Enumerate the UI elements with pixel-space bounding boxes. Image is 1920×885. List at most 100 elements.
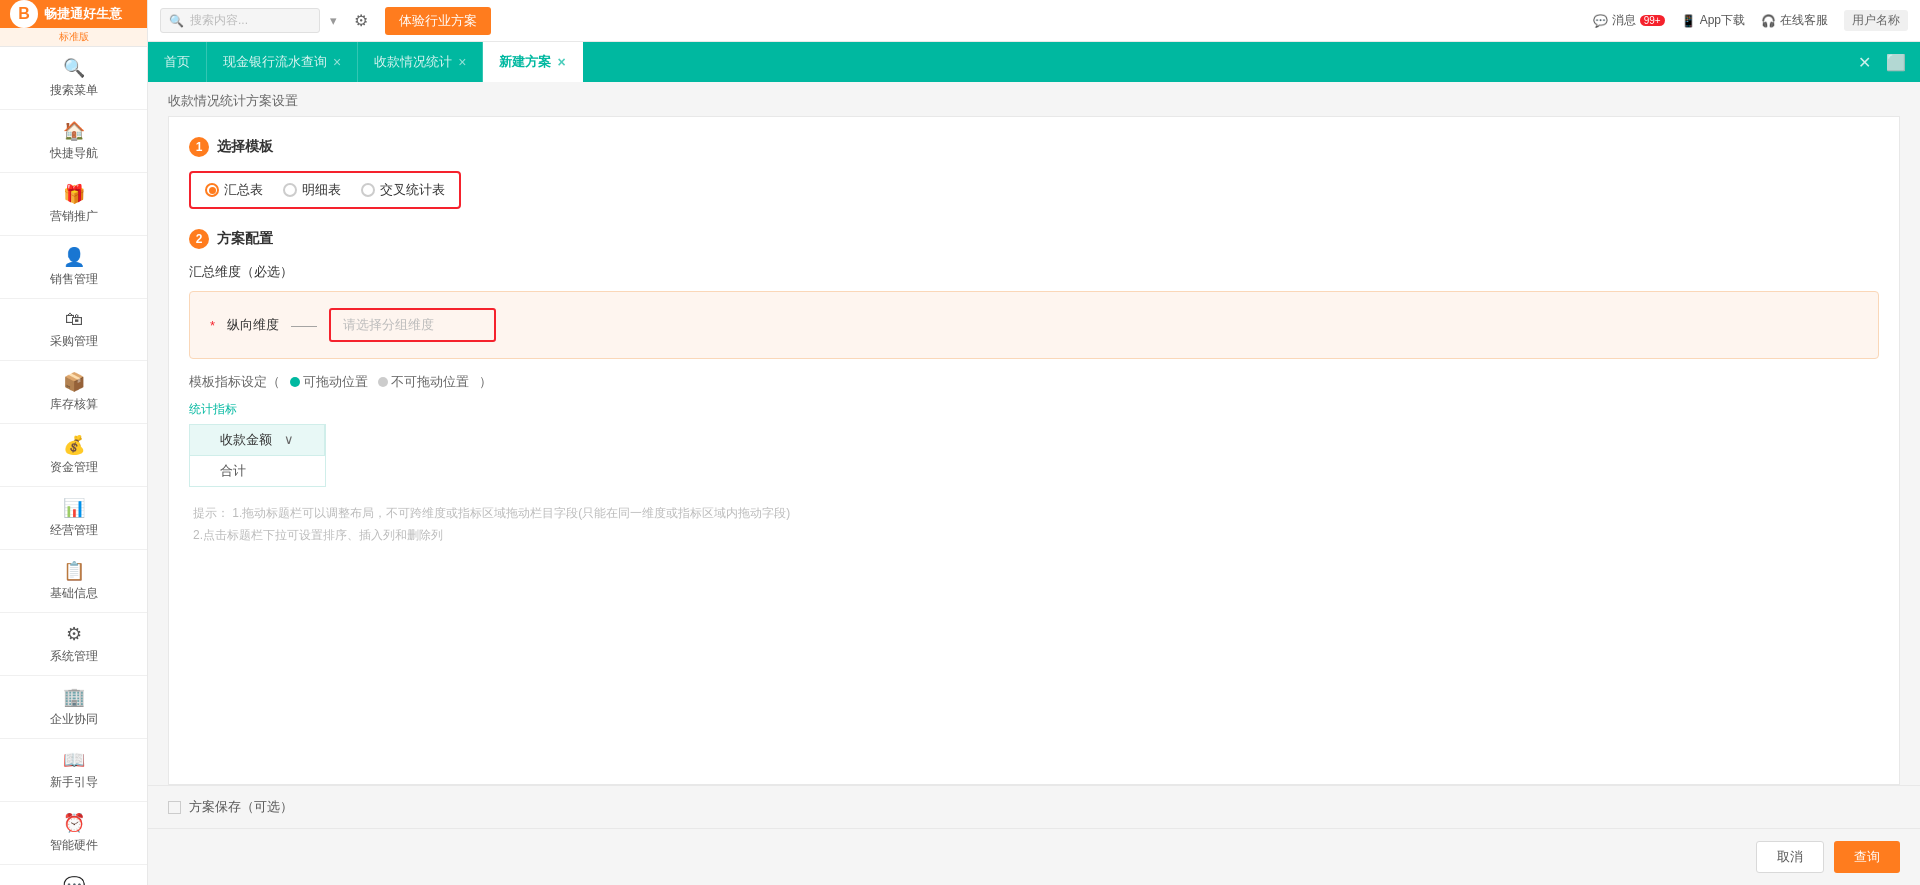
sidebar-item-corp-wechat[interactable]: 💬 企业微信 — [0, 865, 147, 885]
sidebar-edition: 标准版 — [0, 28, 147, 47]
radio-detail[interactable] — [283, 183, 297, 197]
sidebar-item-smart-hw[interactable]: ⏰ 智能硬件 — [0, 802, 147, 865]
topbar-dropdown-icon[interactable]: ▾ — [330, 13, 337, 28]
sidebar-item-label: 快捷导航 — [50, 145, 98, 162]
tab-receipt-stats[interactable]: 收款情况统计 × — [358, 42, 483, 82]
sidebar-item-newbie[interactable]: 📖 新手引导 — [0, 739, 147, 802]
sidebar-item-label: 采购管理 — [50, 333, 98, 350]
option-detail[interactable]: 明细表 — [283, 181, 341, 199]
save-checkbox[interactable] — [168, 801, 181, 814]
support-label: 在线客服 — [1780, 12, 1828, 29]
draggable-badge: 可拖动位置 — [290, 373, 368, 391]
notification-item[interactable]: 💬 消息 99+ — [1593, 12, 1665, 29]
cancel-button[interactable]: 取消 — [1756, 841, 1824, 873]
save-section: 方案保存（可选） — [148, 785, 1920, 828]
support-icon: 🎧 — [1761, 14, 1776, 28]
header-cell-text: 收款金额 — [220, 432, 272, 447]
support-item[interactable]: 🎧 在线客服 — [1761, 12, 1828, 29]
sidebar-item-label: 资金管理 — [50, 459, 98, 476]
username[interactable]: 用户名称 — [1844, 10, 1908, 31]
sidebar-item-corp-collab[interactable]: 🏢 企业协同 — [0, 676, 147, 739]
tab-home-label: 首页 — [164, 53, 190, 71]
non-draggable-badge: 不可拖动位置 — [378, 373, 469, 391]
dimension-row: * 纵向维度 —— 请选择分组维度 — [210, 308, 1858, 342]
option-detail-label: 明细表 — [302, 181, 341, 199]
maximize-btn[interactable]: ⬜ — [1884, 50, 1908, 74]
sidebar-item-label: 经营管理 — [50, 522, 98, 539]
search-icon: 🔍 — [169, 14, 184, 28]
tab-new-plan[interactable]: 新建方案 × — [483, 42, 582, 82]
tab-home[interactable]: 首页 — [148, 42, 207, 82]
stats-body-row: 合计 — [190, 456, 325, 486]
tab-bank-flow-close[interactable]: × — [333, 54, 341, 70]
logo-text: 畅捷通好生意 — [44, 6, 122, 22]
footer-buttons: 取消 查询 — [148, 828, 1920, 885]
sidebar-logo: B 畅捷通好生意 — [0, 0, 147, 28]
corp-wechat-icon: 💬 — [63, 875, 85, 885]
tabbar: 首页 现金银行流水查询 × 收款情况统计 × 新建方案 × ✕ ⬜ — [148, 42, 1920, 82]
main-area: 🔍 搜索内容... ▾ ⚙ 体验行业方案 💬 消息 99+ 📱 App下载 🎧 … — [148, 0, 1920, 885]
tips-section: 提示： 1.拖动标题栏可以调整布局，不可跨维度或指标区域拖动栏目字段(只能在同一… — [189, 503, 1879, 546]
search-placeholder: 搜索内容... — [190, 12, 248, 29]
sidebar-item-sales[interactable]: 👤 销售管理 — [0, 236, 147, 299]
sidebar-item-label: 企业协同 — [50, 711, 98, 728]
required-marker: * — [210, 318, 215, 333]
header-chevron[interactable]: ∨ — [284, 432, 294, 447]
radio-cross[interactable] — [361, 183, 375, 197]
query-button[interactable]: 查询 — [1834, 841, 1900, 873]
sidebar-item-inventory[interactable]: 📦 库存核算 — [0, 361, 147, 424]
close-window-btn[interactable]: ✕ — [1852, 50, 1876, 74]
operations-icon: 📊 — [63, 497, 85, 519]
dimension-row-label: 纵向维度 — [227, 316, 279, 334]
step1-badge: 1 — [189, 137, 209, 157]
option-summary-label: 汇总表 — [224, 181, 263, 199]
sidebar-item-operations[interactable]: 📊 经营管理 — [0, 487, 147, 550]
industry-btn[interactable]: 体验行业方案 — [385, 7, 491, 35]
content-body: 1 选择模板 汇总表 明细表 交叉统计表 — [168, 116, 1900, 785]
sidebar-item-purchase[interactable]: 🛍 采购管理 — [0, 299, 147, 361]
radio-summary[interactable] — [205, 183, 219, 197]
tab-new-plan-close[interactable]: × — [557, 54, 565, 70]
template-options: 汇总表 明细表 交叉统计表 — [189, 171, 461, 209]
sidebar: B 畅捷通好生意 标准版 🔍 搜索菜单 🏠 快捷导航 🎁 营销推广 👤 销售管理… — [0, 0, 148, 885]
download-icon: 📱 — [1681, 14, 1696, 28]
option-summary[interactable]: 汇总表 — [205, 181, 263, 199]
indicators-config-prefix: 模板指标设定（ — [189, 373, 280, 391]
sidebar-item-quick-nav[interactable]: 🏠 快捷导航 — [0, 110, 147, 173]
option-cross[interactable]: 交叉统计表 — [361, 181, 445, 199]
breadcrumb: 收款情况统计方案设置 — [148, 82, 1920, 116]
sidebar-item-search-menu[interactable]: 🔍 搜索菜单 — [0, 47, 147, 110]
corp-collab-icon: 🏢 — [63, 686, 85, 708]
sidebar-item-basic-info[interactable]: 📋 基础信息 — [0, 550, 147, 613]
draggable-label: 可拖动位置 — [303, 373, 368, 391]
content: 收款情况统计方案设置 1 选择模板 汇总表 明细表 — [148, 82, 1920, 885]
draggable-dot — [290, 377, 300, 387]
dimension-select[interactable]: 请选择分组维度 — [329, 308, 496, 342]
step2-section: 2 方案配置 汇总维度（必选） * 纵向维度 —— 请选择分组维度 — [189, 229, 1879, 546]
step1-title: 1 选择模板 — [189, 137, 1879, 157]
settings-button[interactable]: ⚙ — [347, 7, 375, 35]
stats-body-cell: 合计 — [190, 456, 325, 486]
tab-bank-flow[interactable]: 现金银行流水查询 × — [207, 42, 358, 82]
notification-badge: 99+ — [1640, 15, 1665, 26]
sidebar-item-label: 销售管理 — [50, 271, 98, 288]
tabbar-controls: ✕ ⬜ — [1852, 50, 1920, 74]
download-item[interactable]: 📱 App下载 — [1681, 12, 1745, 29]
topbar-right: 💬 消息 99+ 📱 App下载 🎧 在线客服 用户名称 — [1593, 10, 1908, 31]
topbar-search[interactable]: 🔍 搜索内容... — [160, 8, 320, 33]
save-label: 方案保存（可选） — [189, 798, 293, 816]
stats-table: 收款金额 ∨ 合计 — [189, 424, 326, 487]
dimension-section-label: 汇总维度（必选） — [189, 263, 1879, 281]
tab-new-plan-label: 新建方案 — [499, 53, 551, 71]
tab-receipt-stats-close[interactable]: × — [458, 54, 466, 70]
newbie-icon: 📖 — [63, 749, 85, 771]
stats-header-cell: 收款金额 ∨ — [190, 425, 325, 455]
sidebar-item-system[interactable]: ⚙ 系统管理 — [0, 613, 147, 676]
option-cross-label: 交叉统计表 — [380, 181, 445, 199]
dimension-area: * 纵向维度 —— 请选择分组维度 — [189, 291, 1879, 359]
indicators-config-row: 模板指标设定（ 可拖动位置 不可拖动位置 ） — [189, 373, 1879, 391]
sidebar-item-marketing[interactable]: 🎁 营销推广 — [0, 173, 147, 236]
inventory-icon: 📦 — [63, 371, 85, 393]
search-menu-icon: 🔍 — [63, 57, 85, 79]
sidebar-item-finance[interactable]: 💰 资金管理 — [0, 424, 147, 487]
